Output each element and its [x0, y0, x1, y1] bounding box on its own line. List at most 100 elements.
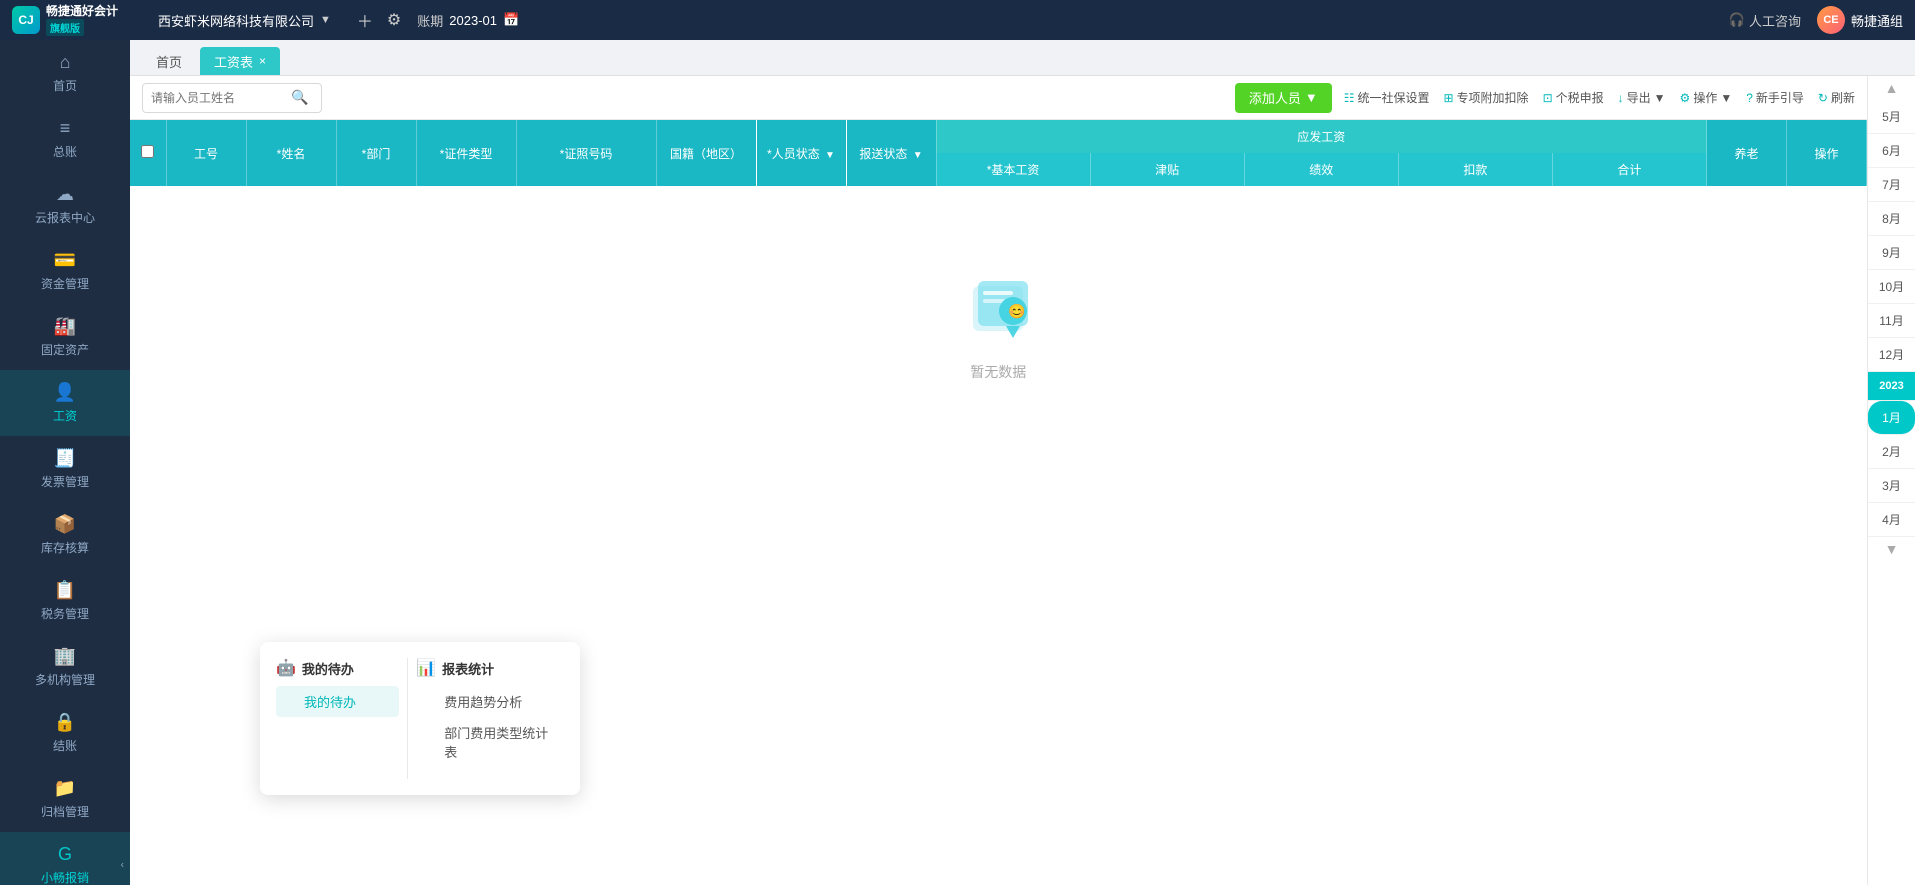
year-2023-label: 2023	[1868, 372, 1915, 401]
month-next-button[interactable]: ▼	[1868, 537, 1915, 561]
sidebar-label-ledger: 总账	[53, 143, 77, 160]
th-dept: *部门	[336, 120, 416, 186]
empty-state-message: 暂无数据	[970, 362, 1026, 382]
top-header: CJ 畅捷通好会计 旗舰版 西安虾米网络科技有限公司 ▼ ＋ ⚙ 账期 2023…	[0, 0, 1915, 40]
month-item-mar[interactable]: 3月	[1868, 469, 1915, 503]
sidebar-item-ledger[interactable]: ≡ 总账	[0, 106, 130, 172]
month-item-11[interactable]: 11月	[1868, 304, 1915, 338]
special-deduction-button[interactable]: ⊞ 专项附加扣除	[1443, 89, 1528, 106]
tab-salary-label: 工资表	[214, 52, 253, 71]
page-content: 🔍 添加人员 ▼ ☷ 统一社保设置 ⊞ 专项附加扣除	[130, 76, 1915, 885]
th-allowance: 津贴	[1090, 153, 1244, 186]
closing-icon: 🔒	[54, 712, 76, 733]
sidebar-item-assets[interactable]: 🏭 固定资产	[0, 304, 130, 370]
th-checkbox[interactable]	[130, 120, 166, 186]
company-name: 西安虾米网络科技有限公司	[158, 11, 314, 30]
sidebar-label-fund: 资金管理	[41, 275, 89, 292]
month-item-5[interactable]: 5月	[1868, 100, 1915, 134]
month-item-9[interactable]: 9月	[1868, 236, 1915, 270]
company-selector[interactable]: 西安虾米网络科技有限公司 ▼	[150, 7, 339, 34]
month-item-apr[interactable]: 4月	[1868, 503, 1915, 537]
month-prev-button[interactable]: ▲	[1868, 76, 1915, 100]
sidebar-item-tax[interactable]: 📋 税务管理	[0, 568, 130, 634]
add-person-label: 添加人员	[1249, 88, 1301, 107]
todo-section-label: 我的待办	[302, 659, 354, 678]
tab-home[interactable]: 首页	[142, 47, 196, 75]
add-person-button[interactable]: 添加人员 ▼	[1235, 83, 1332, 113]
tab-salary[interactable]: 工资表 ×	[200, 47, 280, 75]
sidebar-item-multi-org[interactable]: 🏢 多机构管理	[0, 634, 130, 700]
sidebar-item-salary[interactable]: 👤 工资	[0, 370, 130, 436]
search-icon: 🔍	[291, 89, 308, 106]
month-item-8[interactable]: 8月	[1868, 202, 1915, 236]
guide-button[interactable]: ? 新手引导	[1746, 89, 1804, 106]
sidebar-label-assets: 固定资产	[41, 341, 89, 358]
popup-section-reports-title: 📊 报表统计	[416, 658, 564, 678]
popup-item-dept-cost[interactable]: 部门费用类型统计表	[416, 717, 564, 767]
month-item-12[interactable]: 12月	[1868, 338, 1915, 372]
sidebar-item-home[interactable]: ⌂ 首页	[0, 40, 130, 106]
th-country: 国籍（地区）	[656, 120, 756, 186]
logo-text-area: 畅捷通好会计 旗舰版	[46, 4, 118, 36]
popup-item-cost-trend[interactable]: 费用趋势分析	[416, 686, 564, 717]
popup-item-todo[interactable]: 我的待办	[276, 686, 399, 717]
month-item-feb[interactable]: 2月	[1868, 435, 1915, 469]
popup-section-todo: 🤖 我的待办 我的待办	[276, 658, 399, 767]
th-cert-no: *证照号码	[516, 120, 656, 186]
table-header-row-1: 工号 *姓名 *部门 *证件类型 *证照号码 国籍（地区） *人员状态 ▼	[130, 120, 1867, 153]
month-item-10[interactable]: 10月	[1868, 270, 1915, 304]
settings-icon[interactable]: ⚙	[387, 10, 401, 30]
logo-main-text: 畅捷通好会计	[46, 4, 118, 18]
sidebar-label-xiaochang: 小畅报销	[41, 869, 89, 885]
main-layout: ⌂ 首页 ≡ 总账 ☁ 云报表中心 💳 资金管理 🏭 固定资产 👤 工资 🧾 发…	[0, 40, 1915, 885]
logo-icon: CJ	[12, 6, 40, 34]
popup-divider	[407, 658, 408, 779]
select-all-checkbox[interactable]	[141, 145, 154, 158]
sidebar-item-archive[interactable]: 📁 归档管理	[0, 766, 130, 832]
header-actions: 🎧 人工咨询 CE 畅捷通组	[1729, 6, 1903, 34]
th-salary-group: 应发工资	[936, 120, 1707, 153]
search-input[interactable]	[151, 91, 291, 105]
sidebar-item-closing[interactable]: 🔒 结账	[0, 700, 130, 766]
add-company-button[interactable]: ＋	[351, 6, 379, 34]
operations-button[interactable]: ⚙ 操作 ▼	[1680, 89, 1733, 106]
export-icon: ↓	[1618, 91, 1624, 105]
th-employee-id: 工号	[166, 120, 246, 186]
sidebar-item-xiaochang[interactable]: G 小畅报销 ‹	[0, 832, 130, 885]
month-item-jan[interactable]: 1月	[1868, 401, 1915, 435]
person-status-filter-icon[interactable]: ▼	[825, 150, 835, 161]
user-area[interactable]: CE 畅捷通组	[1817, 6, 1903, 34]
refresh-label: 刷新	[1831, 89, 1855, 106]
sidebar-item-inventory[interactable]: 📦 库存核算	[0, 502, 130, 568]
tax-report-button[interactable]: ⊡ 个税申报	[1543, 89, 1604, 106]
table-body: 😊 暂无数据	[130, 186, 1867, 462]
sidebar: ⌂ 首页 ≡ 总账 ☁ 云报表中心 💳 资金管理 🏭 固定资产 👤 工资 🧾 发…	[0, 40, 130, 885]
guide-label: 新手引导	[1756, 89, 1804, 106]
invoice-icon: 🧾	[54, 448, 76, 469]
period-value[interactable]: 2023-01	[449, 13, 497, 28]
export-button[interactable]: ↓ 导出 ▼	[1618, 89, 1666, 106]
export-dropdown-icon: ▼	[1654, 91, 1666, 105]
th-basic-salary: *基本工资	[936, 153, 1090, 186]
calendar-icon[interactable]: 📅	[503, 12, 519, 28]
social-security-button[interactable]: ☷ 统一社保设置	[1344, 89, 1430, 106]
refresh-button[interactable]: ↻ 刷新	[1818, 89, 1855, 106]
assets-icon: 🏭	[54, 316, 76, 337]
sidebar-item-cloud-reports[interactable]: ☁ 云报表中心	[0, 172, 130, 238]
th-pension: 养老	[1707, 120, 1787, 186]
todo-section-icon: 🤖	[276, 658, 296, 678]
th-person-status: *人员状态 ▼	[756, 120, 846, 186]
operations-label: 操作	[1693, 89, 1717, 106]
consultant-button[interactable]: 🎧 人工咨询	[1729, 11, 1801, 30]
month-item-6[interactable]: 6月	[1868, 134, 1915, 168]
sidebar-item-fund[interactable]: 💳 资金管理	[0, 238, 130, 304]
social-security-label: 统一社保设置	[1357, 89, 1429, 106]
tab-close-button[interactable]: ×	[259, 54, 266, 68]
month-item-7[interactable]: 7月	[1868, 168, 1915, 202]
fund-icon: 💳	[54, 250, 76, 271]
tax-icon: 📋	[54, 580, 76, 601]
sidebar-item-invoice[interactable]: 🧾 发票管理	[0, 436, 130, 502]
period-area: 账期 2023-01 📅	[417, 11, 519, 30]
report-status-filter-icon[interactable]: ▼	[913, 150, 923, 161]
reports-section-label: 报表统计	[442, 659, 494, 678]
